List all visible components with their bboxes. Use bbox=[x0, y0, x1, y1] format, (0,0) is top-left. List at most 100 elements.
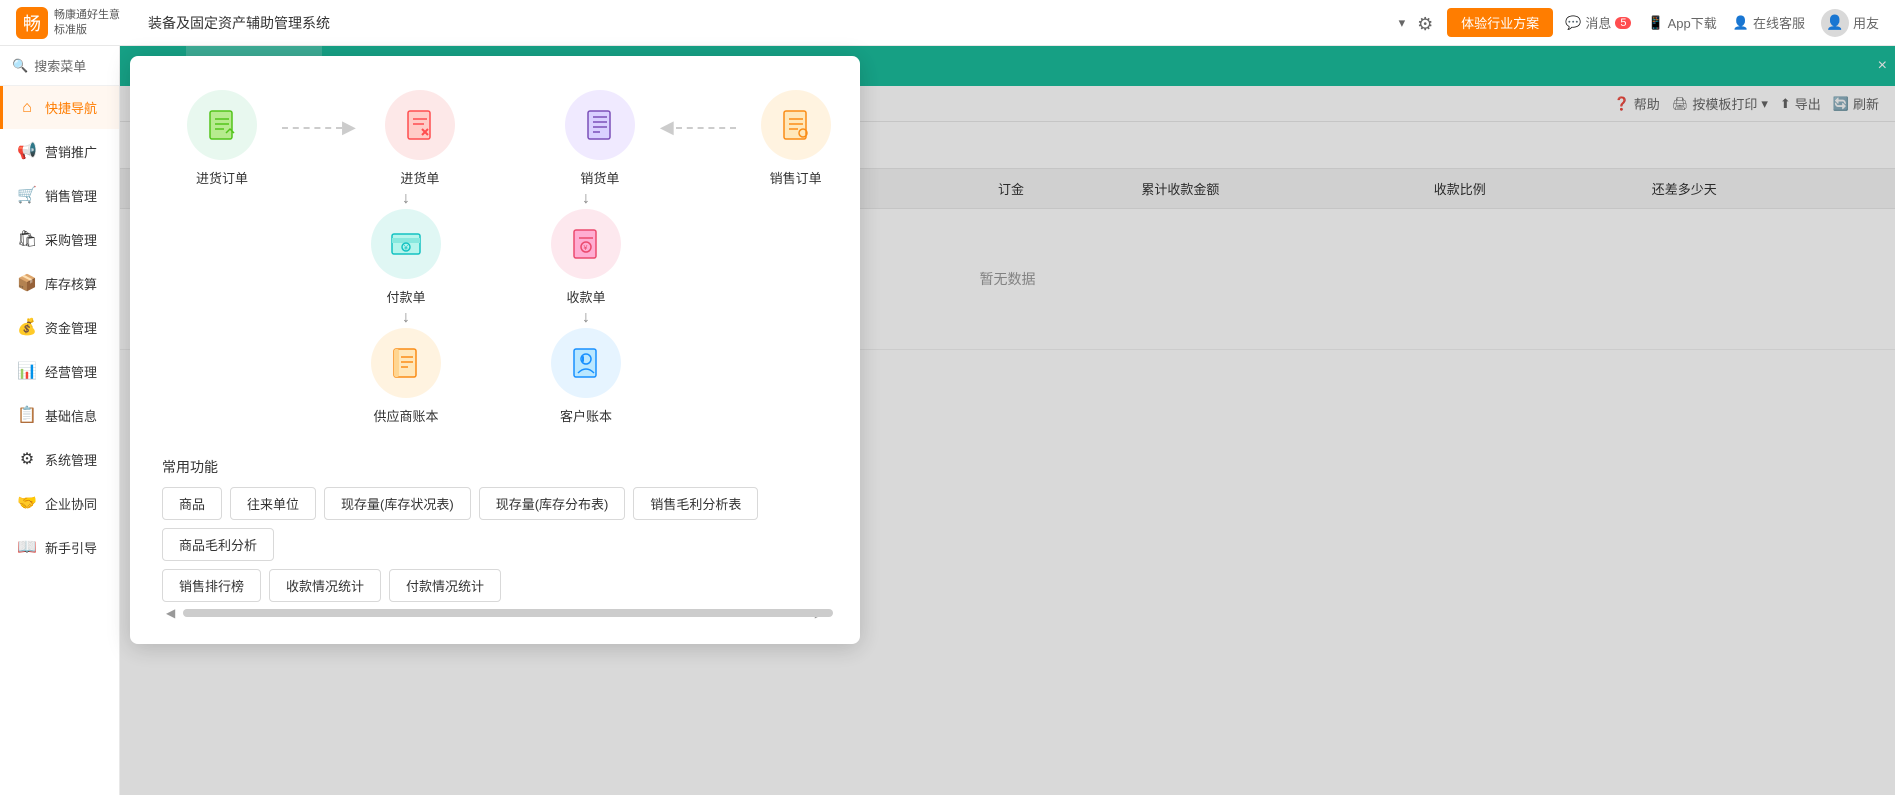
func-btn-goods-gross[interactable]: 商品毛利分析 bbox=[162, 528, 274, 561]
circle-purchase-bill bbox=[385, 90, 455, 160]
flow-row-top: 进货订单 ▶ bbox=[162, 90, 856, 187]
sidebar-item-inventory[interactable]: 📦 库存核算 bbox=[0, 261, 119, 305]
circle-sales-order bbox=[761, 90, 831, 160]
marketing-icon: 📢 bbox=[17, 141, 37, 161]
app-download-label: App下载 bbox=[1668, 13, 1717, 32]
sidebar-item-base-info[interactable]: 📋 基础信息 bbox=[0, 393, 119, 437]
purchase-icon: 🛍 bbox=[17, 229, 37, 249]
node-customer-account: 客户账本 bbox=[526, 328, 646, 425]
down-arrow-3: ↓ bbox=[402, 310, 410, 326]
user-menu[interactable]: 👤 用友 bbox=[1821, 9, 1879, 37]
label-supplier-account: 供应商账本 bbox=[373, 406, 438, 425]
node-supplier-account: 供应商账本 bbox=[346, 328, 466, 425]
sidebar-item-label-inventory: 库存核算 bbox=[45, 274, 97, 293]
flow-row-arrows-down2: ↓ ↓ bbox=[162, 310, 646, 326]
quick-nav-icon: ⌂ bbox=[17, 99, 37, 117]
operations-icon: 📊 bbox=[17, 361, 37, 381]
func-btn-sales-gross[interactable]: 销售毛利分析表 bbox=[633, 487, 758, 520]
func-btn-goods[interactable]: 商品 bbox=[162, 487, 222, 520]
label-sales-bill: 销货单 bbox=[580, 168, 619, 187]
sidebar-item-enterprise[interactable]: 🤝 企业协同 bbox=[0, 481, 119, 525]
arrow-down-purchase: ↓ bbox=[346, 191, 466, 207]
flow-row-middle: ¥ 付款单 ¥ bbox=[162, 209, 646, 306]
online-service-label: 在线客服 bbox=[1753, 13, 1805, 32]
scroll-track[interactable] bbox=[183, 609, 807, 617]
base-info-icon: 📋 bbox=[17, 405, 37, 425]
trial-button[interactable]: 体验行业方案 bbox=[1447, 8, 1553, 37]
circle-sales-bill bbox=[565, 90, 635, 160]
sidebar-item-label-sales: 销售管理 bbox=[45, 186, 97, 205]
sidebar-item-label-new-guide: 新手引导 bbox=[45, 538, 97, 557]
down-arrow-1: ↓ bbox=[402, 191, 410, 207]
sidebar-item-label-purchase: 采购管理 bbox=[45, 230, 97, 249]
gear-button[interactable]: ⚙ bbox=[1417, 14, 1435, 32]
node-sales-order: 销售订单 bbox=[736, 90, 856, 187]
scroll-bar-row: ◀ ▶ bbox=[162, 606, 828, 620]
sidebar-item-finance[interactable]: 💰 资金管理 bbox=[0, 305, 119, 349]
message-button[interactable]: 💬 消息 5 bbox=[1565, 13, 1631, 32]
arrow-sales-bill-from-order bbox=[676, 127, 736, 129]
sidebar-item-label-enterprise: 企业协同 bbox=[45, 494, 97, 513]
arrow-down-payment: ↓ bbox=[346, 310, 466, 326]
func-btn-stock-dist[interactable]: 现存量(库存分布表) bbox=[479, 487, 626, 520]
func-btn-partners[interactable]: 往来单位 bbox=[230, 487, 316, 520]
func-buttons: 商品 往来单位 现存量(库存状况表) 现存量(库存分布表) 销售毛利分析表 商品… bbox=[162, 487, 828, 561]
avatar: 👤 bbox=[1821, 9, 1849, 37]
down-arrow-4: ↓ bbox=[582, 310, 590, 326]
header-right: 💬 消息 5 📱 App下载 👤 在线客服 👤 用友 bbox=[1565, 9, 1879, 37]
sidebar-item-marketing[interactable]: 📢 营销推广 bbox=[0, 129, 119, 173]
arrowhead-2-left: ◀ bbox=[660, 117, 676, 138]
message-icon: 💬 bbox=[1565, 15, 1581, 31]
message-label: 消息 bbox=[1585, 13, 1611, 32]
arrow-purchase-order-to-bill bbox=[282, 127, 342, 129]
finance-icon: 💰 bbox=[17, 317, 37, 337]
func-btn-stock-status[interactable]: 现存量(库存状况表) bbox=[324, 487, 471, 520]
sidebar-item-quick-nav[interactable]: ⌂ 快捷导航 bbox=[0, 86, 119, 129]
circle-payment-bill: ¥ bbox=[371, 209, 441, 279]
label-purchase-bill: 进货单 bbox=[400, 168, 439, 187]
sidebar-item-sys-manage[interactable]: ⚙ 系统管理 bbox=[0, 437, 119, 481]
enterprise-icon: 🤝 bbox=[17, 493, 37, 513]
func-buttons-row2: 销售排行榜 收款情况统计 付款情况统计 bbox=[162, 569, 828, 602]
search-icon: 🔍 bbox=[12, 58, 28, 74]
scroll-thumb[interactable] bbox=[183, 609, 833, 617]
flow-diagram: 进货订单 ▶ bbox=[162, 80, 828, 445]
node-receipt-bill: ¥ 收款单 bbox=[526, 209, 646, 306]
circle-supplier-account bbox=[371, 328, 441, 398]
func-btn-receipt-stat[interactable]: 收款情况统计 bbox=[269, 569, 381, 602]
app-download-button[interactable]: 📱 App下载 bbox=[1647, 13, 1716, 32]
label-sales-order: 销售订单 bbox=[770, 168, 822, 187]
sidebar: 🔍 搜索菜单 ⌂ 快捷导航 📢 营销推广 🛒 销售管理 🛍 采购管理 📦 bbox=[0, 46, 120, 795]
logo-text: 畅康通好生意 标准版 bbox=[54, 8, 120, 37]
scroll-left-arrow[interactable]: ◀ bbox=[162, 606, 179, 620]
circle-customer-account bbox=[551, 328, 621, 398]
service-icon: 👤 bbox=[1733, 15, 1749, 31]
sidebar-item-sales[interactable]: 🛒 销售管理 bbox=[0, 173, 119, 217]
logo-icon: 畅 bbox=[16, 7, 48, 39]
svg-text:¥: ¥ bbox=[404, 245, 408, 252]
app-icon: 📱 bbox=[1647, 15, 1663, 31]
down-arrow-2: ↓ bbox=[582, 191, 590, 207]
sidebar-item-label-quick-nav: 快捷导航 bbox=[45, 98, 97, 117]
func-btn-sales-rank[interactable]: 销售排行榜 bbox=[162, 569, 261, 602]
online-service-button[interactable]: 👤 在线客服 bbox=[1733, 13, 1805, 32]
sales-icon: 🛒 bbox=[17, 185, 37, 205]
header-dropdown[interactable]: ▾ bbox=[1399, 15, 1406, 31]
common-func-section: 常用功能 商品 往来单位 现存量(库存状况表) 现存量(库存分布表) 销售毛利分… bbox=[162, 457, 828, 602]
sidebar-search[interactable]: 🔍 搜索菜单 bbox=[0, 46, 119, 86]
dropdown-icon: ▾ bbox=[1399, 15, 1406, 31]
sidebar-item-new-guide[interactable]: 📖 新手引导 bbox=[0, 525, 119, 569]
flow-row-arrows-down: ↓ ↓ bbox=[162, 191, 646, 207]
func-btn-payment-stat[interactable]: 付款情况统计 bbox=[389, 569, 501, 602]
sidebar-item-operations[interactable]: 📊 经营管理 bbox=[0, 349, 119, 393]
modal-overlay[interactable]: 进货订单 ▶ bbox=[120, 46, 1895, 795]
arrowhead-1: ▶ bbox=[342, 117, 360, 138]
label-payment-bill: 付款单 bbox=[386, 287, 425, 306]
sidebar-item-purchase[interactable]: 🛍 采购管理 bbox=[0, 217, 119, 261]
sidebar-item-label-marketing: 营销推广 bbox=[45, 142, 97, 161]
sys-manage-icon: ⚙ bbox=[17, 449, 37, 469]
sidebar-item-label-sys-manage: 系统管理 bbox=[45, 450, 97, 469]
label-customer-account: 客户账本 bbox=[560, 406, 612, 425]
sidebar-item-label-base-info: 基础信息 bbox=[45, 406, 97, 425]
new-guide-icon: 📖 bbox=[17, 537, 37, 557]
